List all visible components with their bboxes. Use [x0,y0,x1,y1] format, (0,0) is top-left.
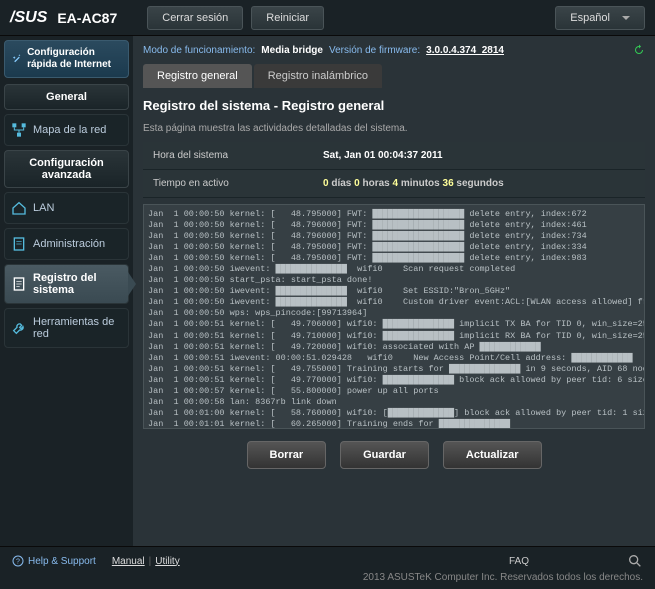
manual-link[interactable]: Manual [112,556,145,567]
brand-logo: /SUS [10,9,47,27]
language-label: Español [570,12,610,24]
time-value: Sat, Jan 01 00:04:37 2011 [313,142,645,169]
language-select[interactable]: Español [555,6,645,30]
nav-label: Mapa de la red [33,124,106,136]
network-icon [11,122,27,138]
nav-system-log[interactable]: Registro del sistema [4,264,129,304]
nav-admin[interactable]: Administración [4,228,129,260]
refresh-button[interactable]: Actualizar [443,441,542,469]
fw-link[interactable]: 3.0.0.4.374_2814 [426,45,504,56]
copyright: 2013 ASUSTeK Computer Inc. Reservados to… [363,572,643,583]
nav-network-tools[interactable]: Herramientas de red [4,308,129,348]
chevron-down-icon [622,16,630,20]
help-icon: ? [12,555,24,567]
mode-value[interactable]: Media bridge [261,45,323,56]
main-content: Modo de funcionamiento: Media bridge Ver… [133,36,655,546]
wrench-icon [11,320,27,336]
svg-text:?: ? [16,559,20,566]
utility-link[interactable]: Utility [155,556,179,567]
save-button[interactable]: Guardar [340,441,429,469]
quick-setup-label: Configuración rápida de Internet [27,47,122,71]
footer: ? Help & Support Manual | Utility FAQ 20… [0,546,655,589]
row-system-time: Hora del sistema Sat, Jan 01 00:04:37 20… [143,142,645,170]
uptime-label: Tiempo en activo [143,170,313,197]
tab-general-log[interactable]: Registro general [143,64,252,88]
logout-button[interactable]: Cerrar sesión [147,6,243,30]
house-icon [11,200,27,216]
nav-label: Herramientas de red [33,316,122,340]
section-advanced: Configuración avanzada [4,150,129,188]
action-buttons: Borrar Guardar Actualizar [143,429,645,477]
nav-label: Administración [33,238,105,250]
sync-icon[interactable] [633,44,645,56]
nav-label: Registro del sistema [33,272,122,296]
fw-label: Versión de firmware: [329,45,420,56]
page-description: Esta página muestra las actividades deta… [143,123,645,134]
time-label: Hora del sistema [143,142,313,169]
help-link[interactable]: Help & Support [28,556,96,567]
mode-label: Modo de funcionamiento: [143,45,255,56]
nav-lan[interactable]: LAN [4,192,129,224]
section-general: General [4,84,129,110]
page-title: Registro del sistema - Registro general [143,98,645,113]
nav-network-map[interactable]: Mapa de la red [4,114,129,146]
model-name: EA-AC87 [57,10,117,26]
header-bar: /SUS EA-AC87 Cerrar sesión Reiniciar Esp… [0,0,655,36]
sidebar: Configuración rápida de Internet General… [0,36,133,546]
document-icon [11,276,27,292]
wand-icon [11,50,22,68]
info-bar: Modo de funcionamiento: Media bridge Ver… [143,44,645,56]
quick-setup-button[interactable]: Configuración rápida de Internet [4,40,129,78]
reboot-button[interactable]: Reiniciar [251,6,324,30]
row-uptime: Tiempo en activo 0 días 0 horas 4 minuto… [143,170,645,198]
uptime-value: 0 días 0 horas 4 minutos 36 segundos [313,170,645,197]
log-textarea[interactable] [143,204,645,429]
tab-wireless-log[interactable]: Registro inalámbrico [254,64,382,88]
clipboard-icon [11,236,27,252]
search-icon[interactable] [627,553,643,569]
nav-label: LAN [33,202,54,214]
faq-link[interactable]: FAQ [509,556,529,567]
clear-button[interactable]: Borrar [247,441,327,469]
tab-bar: Registro general Registro inalámbrico [143,64,645,88]
